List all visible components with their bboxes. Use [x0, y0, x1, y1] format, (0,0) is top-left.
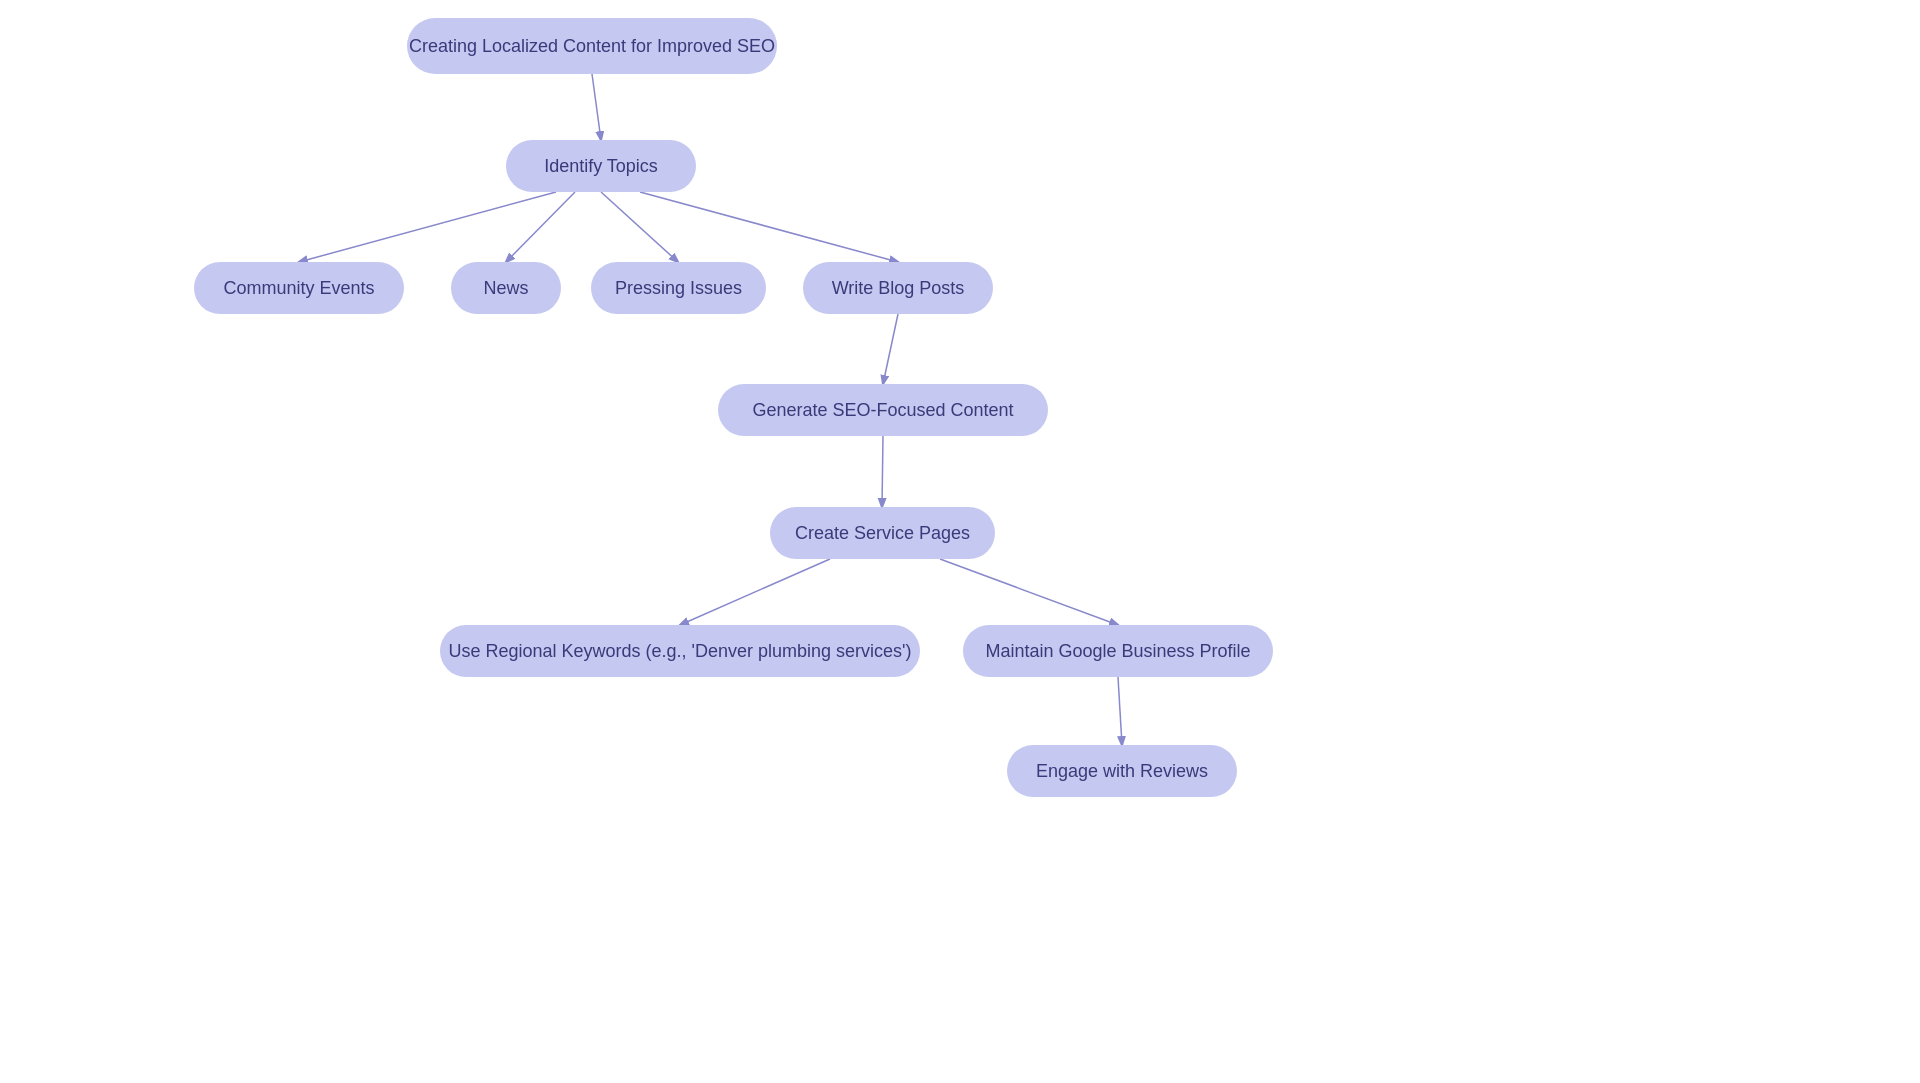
write-blog-posts-node: Write Blog Posts [803, 262, 993, 314]
svg-line-8 [940, 559, 1118, 625]
svg-line-5 [883, 314, 898, 384]
svg-line-7 [680, 559, 830, 625]
root-node: Creating Localized Content for Improved … [407, 18, 777, 74]
svg-line-3 [601, 192, 678, 262]
diagram-container: Creating Localized Content for Improved … [0, 0, 1920, 1083]
pressing-issues-node: Pressing Issues [591, 262, 766, 314]
identify-topics-node: Identify Topics [506, 140, 696, 192]
svg-line-6 [882, 436, 883, 507]
google-business-node: Maintain Google Business Profile [963, 625, 1273, 677]
community-events-node: Community Events [194, 262, 404, 314]
svg-line-1 [299, 192, 556, 262]
generate-seo-node: Generate SEO-Focused Content [718, 384, 1048, 436]
svg-line-4 [640, 192, 898, 262]
svg-line-2 [506, 192, 575, 262]
regional-keywords-node: Use Regional Keywords (e.g., 'Denver plu… [440, 625, 920, 677]
svg-line-0 [592, 74, 601, 140]
news-node: News [451, 262, 561, 314]
engage-reviews-node: Engage with Reviews [1007, 745, 1237, 797]
svg-line-9 [1118, 677, 1122, 745]
create-service-pages-node: Create Service Pages [770, 507, 995, 559]
